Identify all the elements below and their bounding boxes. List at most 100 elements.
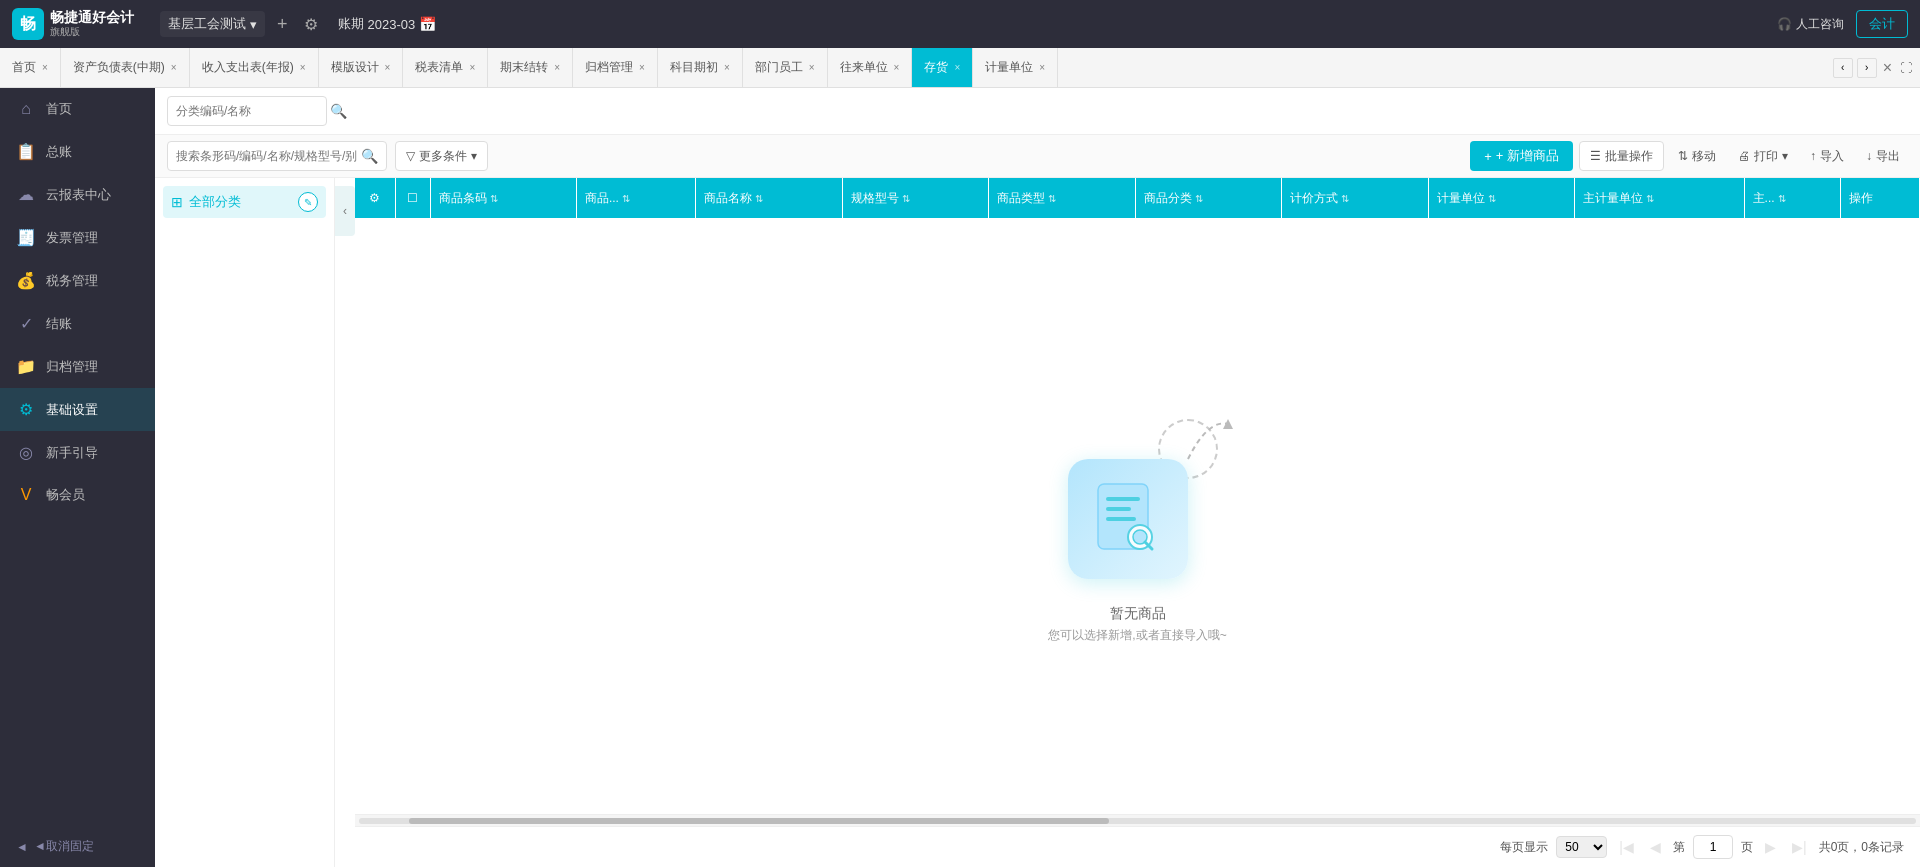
- curved-arrow-svg: [1178, 409, 1238, 469]
- sidebar-item-cloud-report[interactable]: ☁ 云报表中心: [0, 173, 155, 216]
- col-spec[interactable]: 规格型号 ⇅: [842, 178, 988, 218]
- tab-label: 期末结转: [500, 59, 548, 76]
- tab-measure-unit[interactable]: 计量单位 ×: [973, 48, 1058, 87]
- tab-close-icon[interactable]: ×: [639, 62, 645, 73]
- col-name[interactable]: 商品名称 ⇅: [696, 178, 842, 218]
- col-main-unit[interactable]: 主计量单位 ⇅: [1575, 178, 1745, 218]
- import-label: 导入: [1820, 148, 1844, 165]
- col-main-abbr[interactable]: 主... ⇅: [1744, 178, 1840, 218]
- tab-expand-button[interactable]: ⛶: [1896, 61, 1916, 75]
- sidebar-item-basic-settings[interactable]: ⚙ 基础设置: [0, 388, 155, 431]
- settings-header-button[interactable]: ⚙: [300, 11, 322, 38]
- customer-service-btn[interactable]: 🎧 人工咨询: [1777, 16, 1844, 33]
- tab-close-icon[interactable]: ×: [554, 62, 560, 73]
- category-search-input[interactable]: [176, 104, 326, 118]
- sidebar-item-member[interactable]: V 畅会员: [0, 474, 155, 516]
- tab-dept-employee[interactable]: 部门员工 ×: [743, 48, 828, 87]
- sidebar-item-home[interactable]: ⌂ 首页: [0, 88, 155, 130]
- tab-close-icon[interactable]: ×: [894, 62, 900, 73]
- tab-close-icon[interactable]: ×: [724, 62, 730, 73]
- scrollbar-thumb[interactable]: [409, 818, 1109, 824]
- page-suffix: 页: [1741, 839, 1753, 856]
- company-selector[interactable]: 基层工会测试 ▾: [160, 11, 265, 37]
- sort-icon: ⇅: [902, 193, 910, 204]
- tab-close-icon[interactable]: ×: [300, 62, 306, 73]
- tab-close-icon[interactable]: ×: [1039, 62, 1045, 73]
- first-page-button[interactable]: |◀: [1615, 837, 1638, 857]
- tab-balance-sheet[interactable]: 资产负债表(中期) ×: [61, 48, 190, 87]
- tab-close-icon[interactable]: ×: [954, 62, 960, 73]
- print-dropdown-icon: ▾: [1782, 149, 1788, 163]
- import-button[interactable]: ↑ 导入: [1802, 141, 1852, 171]
- period-value: 2023-03: [368, 17, 416, 32]
- tab-income-report[interactable]: 收入支出表(年报) ×: [190, 48, 319, 87]
- edit-category-button[interactable]: ✎: [298, 192, 318, 212]
- tab-label: 税表清单: [415, 59, 463, 76]
- sort-icon: ⇅: [1048, 193, 1056, 204]
- next-page-button[interactable]: ▶: [1761, 837, 1780, 857]
- tab-template-design[interactable]: 模版设计 ×: [319, 48, 404, 87]
- main-search-input[interactable]: [176, 149, 357, 163]
- last-page-button[interactable]: ▶|: [1788, 837, 1811, 857]
- export-label: 导出: [1876, 148, 1900, 165]
- tab-archive-mgmt[interactable]: 归档管理 ×: [573, 48, 658, 87]
- account-button[interactable]: 会计: [1856, 10, 1908, 38]
- all-categories-item[interactable]: ⊞ 全部分类 ✎: [163, 186, 326, 218]
- sidebar-item-ledger[interactable]: 📋 总账: [0, 130, 155, 173]
- prev-page-button[interactable]: ◀: [1646, 837, 1665, 857]
- tab-clients[interactable]: 往来单位 ×: [828, 48, 913, 87]
- move-button[interactable]: ⇅ 移动: [1670, 141, 1724, 171]
- col-category[interactable]: 商品分类 ⇅: [1135, 178, 1281, 218]
- tab-next-button[interactable]: ›: [1857, 58, 1877, 78]
- empty-main-icon: [1068, 459, 1188, 579]
- tab-close-all-button[interactable]: ×: [1879, 59, 1896, 77]
- tab-close-icon[interactable]: ×: [809, 62, 815, 73]
- all-categories-label: 全部分类: [189, 193, 241, 211]
- collapse-panel-button[interactable]: ‹: [335, 186, 355, 236]
- tab-home[interactable]: 首页 ×: [0, 48, 61, 87]
- settings-col-header[interactable]: ⚙: [355, 178, 395, 218]
- sidebar-item-invoice[interactable]: 🧾 发票管理: [0, 216, 155, 259]
- sort-icon: ⇅: [1488, 193, 1496, 204]
- tab-close-icon[interactable]: ×: [42, 62, 48, 73]
- grid-icon: ⊞: [171, 194, 183, 210]
- tab-label: 归档管理: [585, 59, 633, 76]
- sidebar-item-archive[interactable]: 📁 归档管理: [0, 345, 155, 388]
- chevron-down-icon: ▾: [471, 149, 477, 163]
- per-page-select[interactable]: 50 20 100: [1556, 836, 1607, 858]
- filter-search-icon[interactable]: 🔍: [361, 148, 378, 164]
- check-col-header[interactable]: ☐: [395, 178, 430, 218]
- cancel-fixed-btn[interactable]: ◄ ◄取消固定: [0, 826, 155, 867]
- sidebar: ⌂ 首页 📋 总账 ☁ 云报表中心 🧾 发票管理 💰 税务管理 ✓ 结账 📁 归…: [0, 88, 155, 867]
- col-actions: 操作: [1840, 178, 1919, 218]
- col-barcode[interactable]: 商品条码 ⇅: [430, 178, 576, 218]
- export-button[interactable]: ↓ 导出: [1858, 141, 1908, 171]
- tab-subject-init[interactable]: 科目期初 ×: [658, 48, 743, 87]
- invoice-icon: 🧾: [16, 228, 36, 247]
- calendar-icon[interactable]: 📅: [419, 16, 436, 32]
- tab-prev-button[interactable]: ‹: [1833, 58, 1853, 78]
- tab-period-transfer[interactable]: 期末结转 ×: [488, 48, 573, 87]
- col-type[interactable]: 商品类型 ⇅: [989, 178, 1135, 218]
- sidebar-item-label: 基础设置: [46, 401, 98, 419]
- sidebar-item-tax[interactable]: 💰 税务管理: [0, 259, 155, 302]
- sidebar-item-closing[interactable]: ✓ 结账: [0, 302, 155, 345]
- batch-operation-button[interactable]: ☰ 批量操作: [1579, 141, 1664, 171]
- print-button[interactable]: 🖨 打印 ▾: [1730, 141, 1796, 171]
- page-number-input[interactable]: [1693, 835, 1733, 859]
- tab-inventory[interactable]: 存货 ×: [912, 48, 973, 87]
- import-icon: ↑: [1810, 149, 1816, 163]
- col-pricing[interactable]: 计价方式 ⇅: [1282, 178, 1428, 218]
- col-unit[interactable]: 计量单位 ⇅: [1428, 178, 1574, 218]
- tab-tax-list[interactable]: 税表清单 ×: [403, 48, 488, 87]
- search-icon[interactable]: 🔍: [330, 103, 347, 119]
- add-product-button[interactable]: + + 新增商品: [1470, 141, 1573, 171]
- tab-close-icon[interactable]: ×: [469, 62, 475, 73]
- tab-close-icon[interactable]: ×: [171, 62, 177, 73]
- more-conditions-button[interactable]: ▽ 更多条件 ▾: [395, 141, 488, 171]
- add-company-button[interactable]: +: [273, 10, 292, 39]
- horizontal-scrollbar[interactable]: [355, 814, 1920, 826]
- sidebar-item-guide[interactable]: ◎ 新手引导: [0, 431, 155, 474]
- col-code[interactable]: 商品... ⇅: [576, 178, 695, 218]
- tab-close-icon[interactable]: ×: [385, 62, 391, 73]
